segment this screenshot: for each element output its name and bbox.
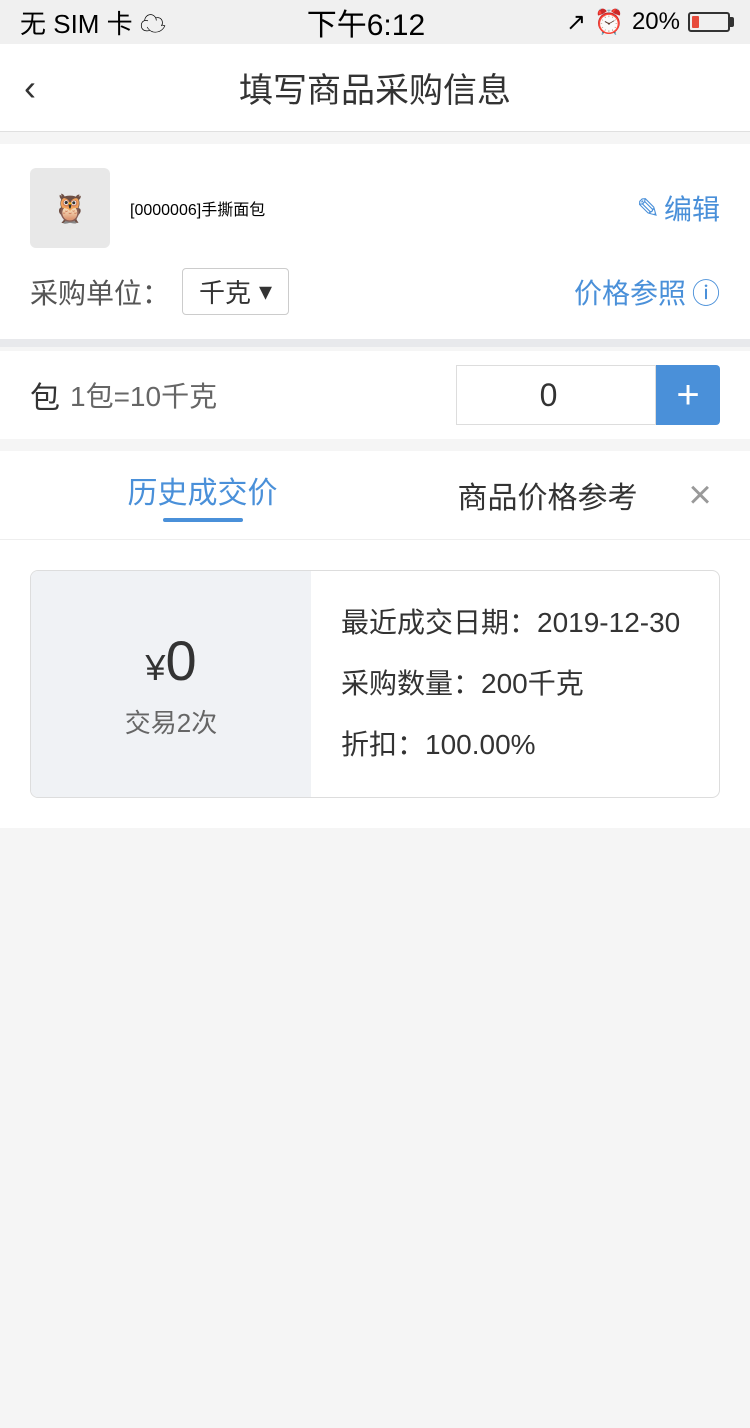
tab-price-ref-label: 商品价格参考 [458,473,638,517]
history-trades-count: 交易2次 [125,703,217,740]
unit-select[interactable]: 千克 ▾ [182,268,289,315]
qty-label: 采购数量： [341,668,481,699]
edit-label: 编辑 [664,188,720,228]
quantity-plus-button[interactable]: + [656,365,720,425]
history-detail-area: 最近成交日期：2019-12-30 采购数量：200千克 折扣：100.00% [311,571,719,797]
divider [0,339,750,347]
history-date-row: 最近成交日期：2019-12-30 [341,601,689,646]
currency-symbol: ¥ [145,647,165,688]
status-right: ↗ ⏰ 20% [566,8,730,37]
info-icon: ⓘ [692,272,720,312]
battery-fill [692,16,699,28]
history-card: ¥0 交易2次 最近成交日期：2019-12-30 采购数量：200千克 折扣：… [30,570,720,798]
tabs-panel: 历史成交价 商品价格参考 × ¥0 交易2次 最近成交日期：2019-12-30… [0,451,750,828]
page-title: 填写商品采购信息 [239,63,511,112]
quantity-controls: + [456,365,720,425]
unit-label: 采购单位： [30,272,170,312]
product-thumbnail: 🦉 [30,168,110,248]
history-qty-row: 采购数量：200千克 [341,662,689,707]
product-card: 🦉 [0000006]手撕面包 ✎ 编辑 采购单位： 千克 ▾ 价格参照 ⓘ [0,144,750,339]
alarm-icon: ⏰ [594,8,624,37]
date-value: 2019-12-30 [537,607,680,638]
battery-icon [688,12,730,32]
product-bottom-row: 采购单位： 千克 ▾ 价格参照 ⓘ [30,268,720,315]
product-id: [0000006] [130,202,201,219]
unit-value: 千克 [199,273,251,310]
edit-icon: ✎ [637,192,660,225]
quantity-label-area: 包 1包=10千克 [30,373,217,417]
discount-label: 折扣： [341,729,425,760]
battery-percent: 20% [632,8,680,36]
status-bar: 无 SIM 卡 ☁ 下午6:12 ↗ ⏰ 20% [0,0,750,44]
tab-close-button[interactable]: × [670,465,730,525]
qty-value: 200千克 [481,668,584,699]
product-title: 手撕面包 [201,202,265,219]
product-name: [0000006]手撕面包 [130,196,265,220]
price-ref-label: 价格参照 [574,272,686,312]
product-thumb-icon: 🦉 [53,192,88,225]
tab-price-reference[interactable]: 商品价格参考 [375,451,720,539]
history-price-area: ¥0 交易2次 [31,571,311,797]
status-left: 无 SIM 卡 ☁ [20,4,166,41]
status-time: 下午6:12 [307,0,425,44]
page-background [0,828,750,1428]
signal-text: 无 SIM 卡 ☁ [20,4,166,41]
product-info: 🦉 [0000006]手撕面包 [30,168,265,248]
tabs-header: 历史成交价 商品价格参考 × [0,451,750,540]
package-label: 包 [30,373,60,417]
package-conversion: 1包=10千克 [70,375,217,415]
price-number: 0 [165,629,196,692]
history-discount-row: 折扣：100.00% [341,723,689,768]
history-price-value: ¥0 [145,628,196,693]
history-content: ¥0 交易2次 最近成交日期：2019-12-30 采购数量：200千克 折扣：… [0,540,750,828]
edit-button[interactable]: ✎ 编辑 [637,188,720,228]
unit-row: 采购单位： 千克 ▾ [30,268,289,315]
dropdown-icon: ▾ [259,276,272,307]
date-label: 最近成交日期： [341,607,537,638]
price-reference-button[interactable]: 价格参照 ⓘ [574,272,720,312]
tab-active-underline [163,518,243,522]
quantity-input[interactable] [456,365,656,425]
discount-value: 100.00% [425,729,536,760]
quantity-row: 包 1包=10千克 + [0,351,750,439]
header: ‹ 填写商品采购信息 [0,44,750,132]
product-top-row: 🦉 [0000006]手撕面包 ✎ 编辑 [30,168,720,248]
location-icon: ↗ [566,8,586,37]
tab-history-price[interactable]: 历史成交价 [30,451,375,539]
back-button[interactable]: ‹ [24,67,36,109]
tab-history-label: 历史成交价 [128,468,278,512]
